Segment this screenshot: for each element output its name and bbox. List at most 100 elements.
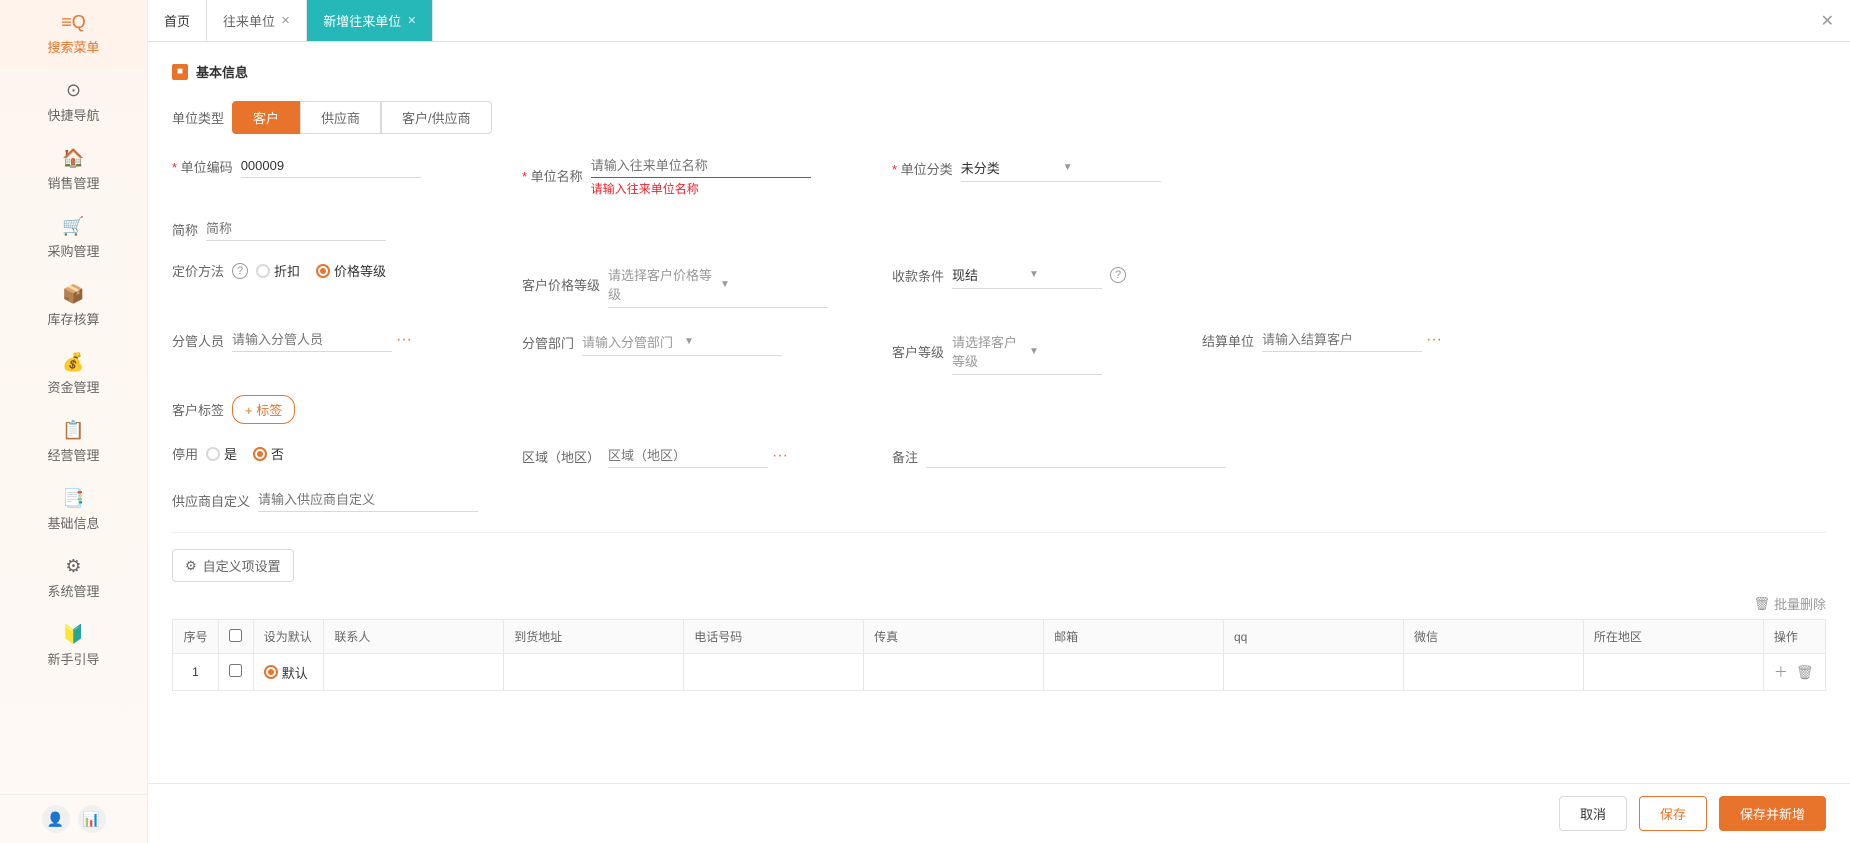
cl-select[interactable]: 请选择客户等级 ▼ bbox=[952, 328, 1102, 375]
unit-btn-both[interactable]: 客户/供应商 bbox=[381, 101, 492, 134]
tab-new-partner-close[interactable]: ✕ bbox=[407, 14, 416, 27]
cl-arrow-icon: ▼ bbox=[1029, 346, 1102, 357]
name-input[interactable] bbox=[591, 154, 811, 178]
sidebar-item-guide[interactable]: 🔰 新手引导 bbox=[0, 612, 147, 680]
custom-settings-button[interactable]: ⚙ 自定义项设置 bbox=[172, 549, 294, 582]
sidebar-item-operations[interactable]: 📋 经营管理 bbox=[0, 408, 147, 476]
cell-region[interactable] bbox=[1583, 654, 1763, 691]
table-row: 1 默认 bbox=[173, 654, 1826, 691]
row-tags: 客户标签 + 标签 bbox=[172, 395, 1826, 424]
tab-partners-close[interactable]: ✕ bbox=[281, 14, 290, 27]
manager-more-icon[interactable]: ··· bbox=[392, 331, 416, 349]
row-checkbox[interactable] bbox=[229, 664, 242, 677]
cancel-button[interactable]: 取消 bbox=[1559, 796, 1627, 831]
qq-input[interactable] bbox=[1234, 665, 1393, 679]
sc-label: 供应商自定义 bbox=[172, 491, 250, 510]
sidebar-label-purchase: 采购管理 bbox=[47, 241, 99, 260]
pricing-label: 定价方法 bbox=[172, 261, 224, 280]
settlement-input[interactable] bbox=[1262, 328, 1422, 352]
select-all-checkbox[interactable] bbox=[229, 629, 242, 642]
field-category: 单位分类 未分类 ▼ bbox=[892, 154, 1192, 182]
radio-disabled-yes[interactable]: 是 bbox=[206, 444, 237, 463]
cell-contact[interactable] bbox=[324, 654, 504, 691]
save-button[interactable]: 保存 bbox=[1639, 796, 1707, 831]
fax-input[interactable] bbox=[874, 665, 1033, 679]
unit-btn-customer[interactable]: 客户 bbox=[232, 101, 300, 134]
contact-input[interactable] bbox=[334, 665, 493, 679]
default-radio[interactable]: 默认 bbox=[264, 663, 314, 682]
col-wechat: 微信 bbox=[1403, 620, 1583, 654]
field-remark: 备注 bbox=[892, 444, 1226, 468]
pt-select[interactable]: 现结 ▼ bbox=[952, 261, 1102, 289]
cell-wechat[interactable] bbox=[1403, 654, 1583, 691]
cpl-select[interactable]: 请选择客户价格等级 ▼ bbox=[608, 261, 828, 308]
tab-new-partner[interactable]: 新增往来单位 ✕ bbox=[307, 0, 433, 41]
row-region-input[interactable] bbox=[1594, 665, 1753, 679]
dept-arrow-icon: ▼ bbox=[684, 336, 782, 347]
sidebar-item-search[interactable]: ≡Q 搜索菜单 bbox=[0, 0, 147, 68]
cell-address[interactable] bbox=[504, 654, 684, 691]
basic-icon: 📑 bbox=[62, 488, 84, 509]
add-tag-button[interactable]: + 标签 bbox=[232, 395, 295, 424]
col-checkbox-all[interactable] bbox=[219, 620, 254, 654]
user-avatar[interactable]: 👤 bbox=[42, 805, 70, 833]
sidebar-item-system[interactable]: ⚙ 系统管理 bbox=[0, 544, 147, 612]
cell-qq[interactable] bbox=[1224, 654, 1404, 691]
su-label: 结算单位 bbox=[1202, 331, 1254, 350]
cell-default[interactable]: 默认 bbox=[253, 654, 324, 691]
sidebar-item-quicknav[interactable]: ⊙ 快捷导航 bbox=[0, 68, 147, 136]
pricing-help-icon[interactable]: ? bbox=[232, 263, 248, 279]
category-select[interactable]: 未分类 ▼ bbox=[961, 154, 1161, 182]
region-input[interactable] bbox=[608, 444, 768, 468]
field-name: 单位名称 请输入往来单位名称 bbox=[522, 154, 862, 197]
batch-delete-button[interactable]: 🗑 批量删除 bbox=[1753, 594, 1826, 613]
save-new-button[interactable]: 保存并新增 bbox=[1719, 796, 1826, 831]
field-disabled: 停用 是 否 bbox=[172, 444, 492, 463]
cell-email[interactable] bbox=[1044, 654, 1224, 691]
col-seq: 序号 bbox=[173, 620, 219, 654]
delete-row-button[interactable]: 🗑 bbox=[1796, 664, 1814, 681]
cell-fax[interactable] bbox=[864, 654, 1044, 691]
unit-btn-supplier[interactable]: 供应商 bbox=[300, 101, 381, 134]
settlement-more-icon[interactable]: ··· bbox=[1422, 331, 1446, 349]
abbrev-input[interactable] bbox=[206, 217, 386, 241]
contact-table: 序号 设为默认 联系人 到货地址 电话号码 传真 邮箱 qq 微信 所在地区 bbox=[172, 619, 1826, 691]
sidebar-item-finance[interactable]: 💰 资金管理 bbox=[0, 340, 147, 408]
col-region: 所在地区 bbox=[1583, 620, 1763, 654]
remark-label: 备注 bbox=[892, 447, 918, 466]
field-payment-terms: 收款条件 现结 ▼ ? bbox=[892, 261, 1192, 289]
col-fax: 传真 bbox=[864, 620, 1044, 654]
stats-icon[interactable]: 📊 bbox=[78, 805, 106, 833]
search-menu-icon: ≡Q bbox=[61, 12, 86, 33]
cell-phone[interactable] bbox=[684, 654, 864, 691]
radio-disabled-no[interactable]: 否 bbox=[253, 444, 284, 463]
sidebar-item-basic[interactable]: 📑 基础信息 bbox=[0, 476, 147, 544]
sales-icon: 🏠 bbox=[62, 148, 84, 169]
region-more-icon[interactable]: ··· bbox=[768, 447, 792, 465]
window-close-button[interactable]: ✕ bbox=[1805, 0, 1850, 41]
sidebar-item-sales[interactable]: 🏠 销售管理 bbox=[0, 136, 147, 204]
sc-input[interactable] bbox=[258, 488, 478, 512]
address-input[interactable] bbox=[514, 665, 673, 679]
sidebar-item-purchase[interactable]: 🛒 采购管理 bbox=[0, 204, 147, 272]
tags-label: 客户标签 bbox=[172, 400, 224, 419]
add-row-button[interactable]: ＋ bbox=[1774, 662, 1788, 682]
phone-input[interactable] bbox=[694, 665, 853, 679]
email-input[interactable] bbox=[1054, 665, 1213, 679]
radio-price-level[interactable]: 价格等级 bbox=[316, 261, 386, 280]
radio-discount[interactable]: 折扣 bbox=[256, 261, 300, 280]
manager-input[interactable] bbox=[232, 328, 392, 352]
dept-select[interactable]: 请输入分管部门 ▼ bbox=[582, 328, 782, 356]
cell-checkbox[interactable] bbox=[219, 654, 254, 691]
tab-partners[interactable]: 往来单位 ✕ bbox=[207, 0, 307, 41]
tab-home[interactable]: 首页 bbox=[148, 0, 207, 41]
wechat-input[interactable] bbox=[1414, 665, 1573, 679]
pt-help-icon[interactable]: ? bbox=[1110, 267, 1126, 283]
system-icon: ⚙ bbox=[65, 556, 81, 577]
cpl-label: 客户价格等级 bbox=[522, 275, 600, 294]
section-basic-info: ■ 基本信息 bbox=[172, 62, 1826, 81]
sidebar-item-inventory[interactable]: 📦 库存核算 bbox=[0, 272, 147, 340]
remark-input[interactable] bbox=[926, 444, 1226, 468]
row-pricing: 定价方法 ? 折扣 价格等级 客户价格等级 请选择客户价格等级 bbox=[172, 261, 1826, 308]
code-input[interactable] bbox=[241, 154, 421, 178]
